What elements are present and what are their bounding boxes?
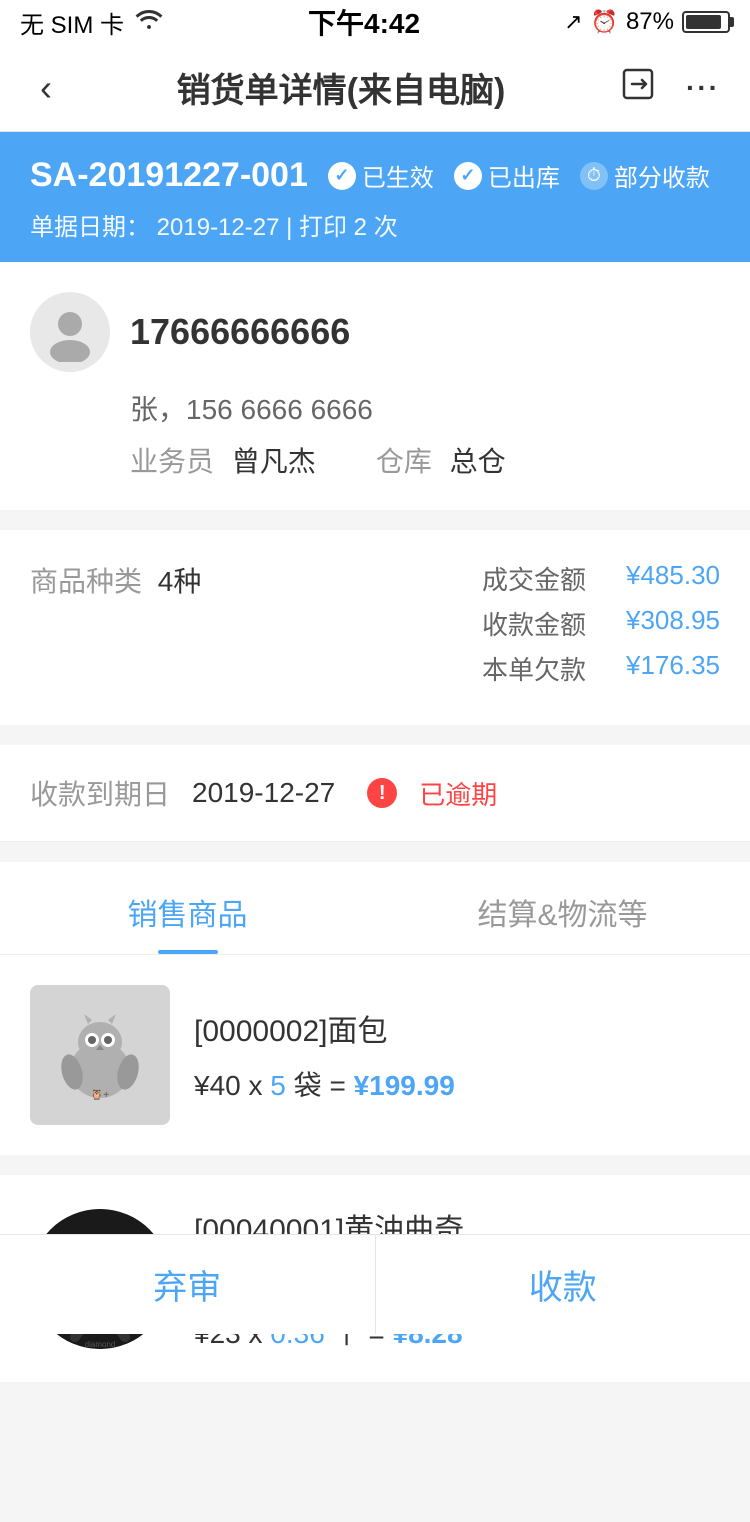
- overdue-text: 已逾期: [419, 775, 497, 812]
- carrier-text: 无 SIM 卡: [20, 5, 124, 40]
- order-id-row: SA-20191227-001 ✓ 已生效 ✓ 已出库 ⏱ 部分收款: [30, 156, 720, 195]
- status-bar: 无 SIM 卡 下午4:42 ↗ ⏰ 87%: [0, 0, 750, 44]
- clock-icon: ⏱: [580, 162, 608, 190]
- bottom-spacer: [0, 1402, 750, 1522]
- received-amount-row: 收款金额 ¥308.95: [482, 605, 720, 642]
- customer-phone: 张，156 6666 6666: [130, 388, 720, 428]
- battery-icon: [682, 11, 730, 33]
- overdue-section: 收款到期日 2019-12-27 ! 已逾期: [0, 745, 750, 842]
- overdue-icon: !: [367, 778, 397, 808]
- bottom-bar: 弃审 收款: [0, 1234, 750, 1334]
- customer-section: 17666666666 张，156 6666 6666 业务员 曾凡杰 仓库 总…: [0, 262, 750, 510]
- customer-id: 17666666666: [130, 311, 350, 353]
- customer-top: 17666666666: [30, 292, 720, 372]
- stats-right: 成交金额 ¥485.30 收款金额 ¥308.95 本单欠款 ¥176.35: [482, 560, 720, 695]
- customer-info-row: 业务员 曾凡杰 仓库 总仓: [130, 440, 720, 480]
- status-badge-shipped: ✓ 已出库: [454, 158, 560, 193]
- stats-section: 商品种类 4种 成交金额 ¥485.30 收款金额 ¥308.95 本单欠款 ¥…: [0, 530, 750, 725]
- svg-text:🦉+: 🦉+: [91, 1089, 109, 1100]
- check-icon-1: ✓: [328, 162, 356, 190]
- back-button[interactable]: ‹: [30, 57, 62, 119]
- status-left: 无 SIM 卡: [20, 5, 164, 40]
- more-icon[interactable]: ···: [686, 72, 720, 104]
- order-meta: 单据日期： 2019-12-27 | 打印 2 次: [30, 207, 720, 242]
- deal-amount-row: 成交金额 ¥485.30: [482, 560, 720, 597]
- owe-amount-row: 本单欠款 ¥176.35: [482, 650, 720, 687]
- status-badge-partial: ⏱ 部分收款: [580, 158, 710, 193]
- product-price-1: ¥40 x 5 袋 = ¥199.99: [194, 1064, 720, 1104]
- product-info-1: [0000002]面包 ¥40 x 5 袋 = ¥199.99: [194, 1006, 720, 1104]
- order-id: SA-20191227-001: [30, 156, 308, 195]
- status-time: 下午4:42: [308, 2, 420, 42]
- nav-actions: ···: [620, 66, 720, 110]
- tab-settlement[interactable]: 结算&物流等: [375, 862, 750, 954]
- svg-text:diamond: diamond: [85, 1340, 116, 1349]
- stats-left: 商品种类 4种: [30, 560, 201, 600]
- cancel-button[interactable]: 弃审: [0, 1235, 376, 1334]
- status-badge-effective: ✓ 已生效: [328, 158, 434, 193]
- warehouse-info: 仓库 总仓: [376, 440, 506, 480]
- product-name-1: [0000002]面包: [194, 1006, 720, 1050]
- product-thumb-1: 🦉+: [30, 985, 170, 1125]
- avatar: [30, 292, 110, 372]
- wifi-icon: [134, 7, 164, 37]
- sales-info: 业务员 曾凡杰: [130, 440, 316, 480]
- page-title: 销货单详情(来自电脑): [177, 63, 506, 112]
- list-item: 🦉+ [0000002]面包 ¥40 x 5 袋 = ¥199.99: [0, 955, 750, 1155]
- nav-bar: ‹ 销货单详情(来自电脑) ···: [0, 44, 750, 132]
- alarm-icon: ⏰: [591, 9, 618, 35]
- tab-products[interactable]: 销售商品: [0, 862, 375, 954]
- tabs-section: 销售商品 结算&物流等: [0, 862, 750, 955]
- confirm-button[interactable]: 收款: [376, 1235, 750, 1334]
- battery-percent: 87%: [626, 8, 674, 36]
- check-icon-2: ✓: [454, 162, 482, 190]
- status-right: ↗ ⏰ 87%: [564, 8, 730, 36]
- share-icon[interactable]: [620, 66, 656, 110]
- location-icon: ↗: [564, 9, 582, 35]
- order-banner: SA-20191227-001 ✓ 已生效 ✓ 已出库 ⏱ 部分收款 单据日期：…: [0, 132, 750, 262]
